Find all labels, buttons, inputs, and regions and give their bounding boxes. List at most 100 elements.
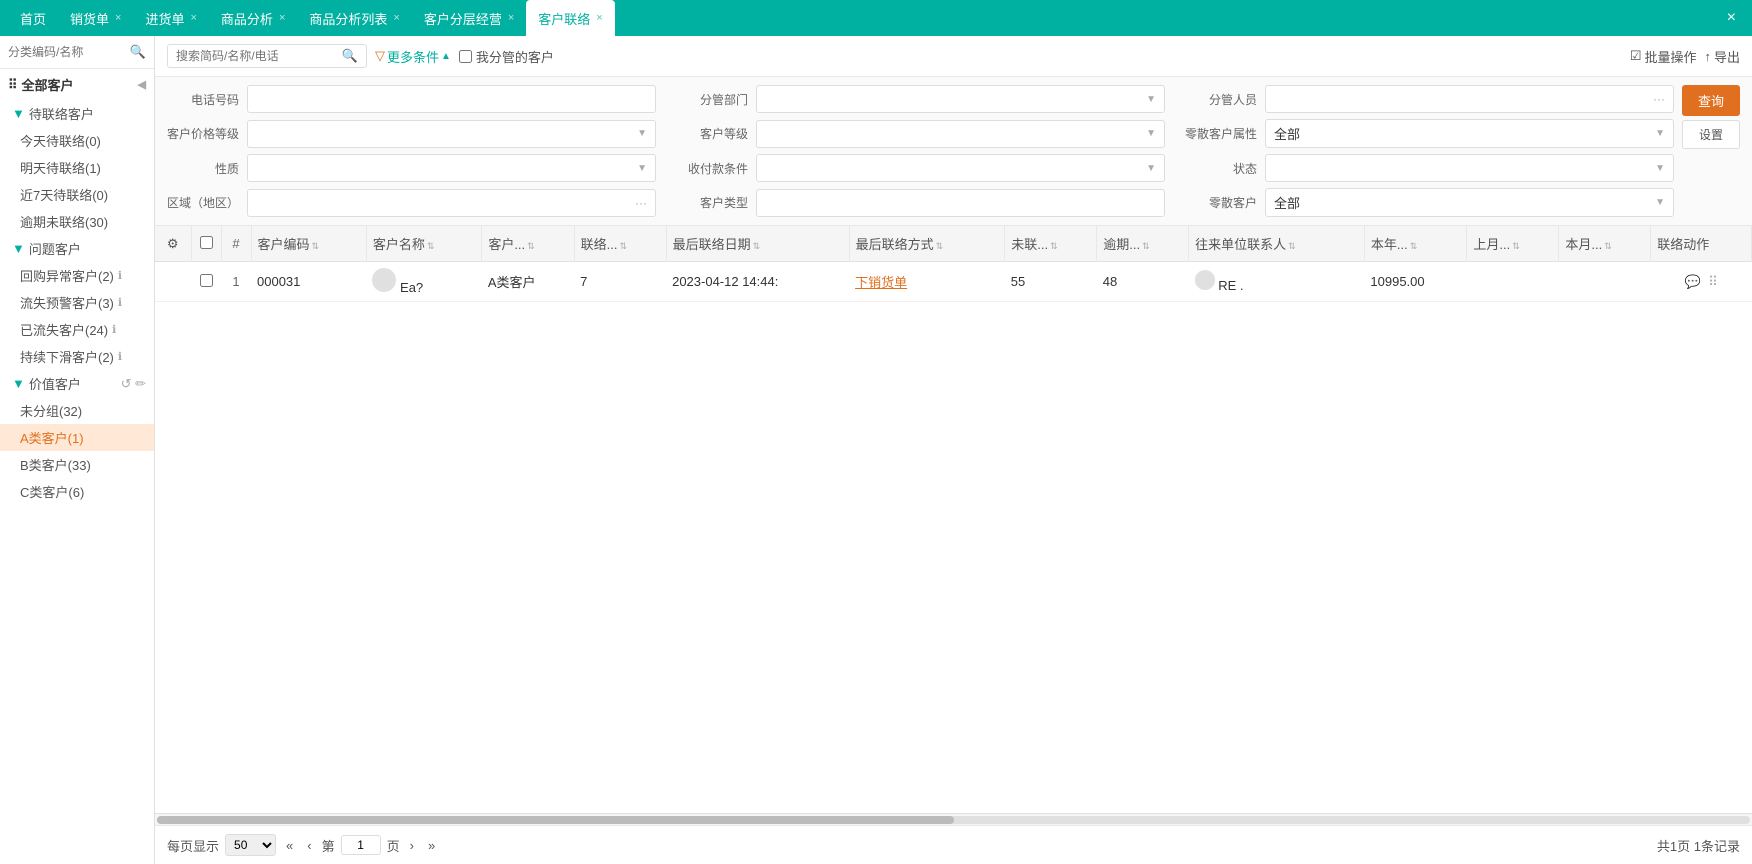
- sidebar-all-customers[interactable]: ⠿ 全部客户 ◀: [0, 69, 154, 100]
- row-unit-contact: RE .: [1189, 262, 1365, 302]
- sidebar-item-churned[interactable]: 已流失客户(24) ℹ: [0, 316, 154, 343]
- nav-purchase[interactable]: 进货单 ×: [133, 0, 208, 36]
- table-header-checkbox[interactable]: [191, 226, 221, 262]
- batch-ops-btn[interactable]: ☑ 批量操作: [1630, 47, 1697, 66]
- table-header-last-contact-date[interactable]: 最后联络日期⇅: [666, 226, 849, 262]
- nav-customer-contact[interactable]: 客户联络 ×: [526, 0, 614, 36]
- table-header-overdue[interactable]: 逾期...⇅: [1097, 226, 1189, 262]
- my-customers-filter[interactable]: 我分管的客户: [459, 47, 554, 66]
- filter-customer-level-select[interactable]: ▼: [756, 120, 1165, 148]
- filter-row-2: 客户价格等级 ▼ 客户等级 ▼: [167, 119, 1674, 148]
- page-input[interactable]: [341, 835, 381, 855]
- nav-customer-tier[interactable]: 客户分层经营 ×: [412, 0, 526, 36]
- horizontal-scrollbar[interactable]: [155, 813, 1752, 825]
- sidebar-group-problem[interactable]: ▼ 问题客户: [0, 235, 154, 262]
- table-header-settings[interactable]: ⚙: [155, 226, 191, 262]
- my-customers-checkbox[interactable]: [459, 50, 472, 63]
- filter-customer-type-input[interactable]: [756, 189, 1165, 217]
- close-icon[interactable]: ×: [596, 12, 602, 24]
- select-all-checkbox[interactable]: [200, 236, 213, 249]
- sidebar-item-tomorrow[interactable]: 明天待联络(1): [0, 154, 154, 181]
- close-icon[interactable]: ×: [279, 12, 285, 24]
- export-btn[interactable]: ↑ 导出: [1704, 47, 1740, 66]
- filter-phone-input[interactable]: [247, 85, 656, 113]
- table-header-customer-type[interactable]: 客户...⇅: [482, 226, 574, 262]
- query-button[interactable]: 查询: [1682, 85, 1740, 116]
- table-body: 1 000031 Ea? A类客户 7 2023-04-12 14:44: 下销…: [155, 262, 1752, 302]
- sidebar-search-box[interactable]: 🔍: [0, 36, 154, 69]
- nav-home[interactable]: 首页: [8, 0, 58, 36]
- filter-retail-customer-select[interactable]: 全部 ▼: [1265, 188, 1674, 217]
- table-header-last-contact-method[interactable]: 最后联络方式⇅: [849, 226, 1005, 262]
- filter-region-input[interactable]: ···: [247, 189, 656, 217]
- info-icon: ℹ: [118, 350, 122, 363]
- table-header-unit-contact[interactable]: 往来单位联系人⇅: [1189, 226, 1365, 262]
- scrollbar-thumb[interactable]: [157, 816, 954, 824]
- sidebar-item-7days[interactable]: 近7天待联络(0): [0, 181, 154, 208]
- filter-more-btn[interactable]: ▽ 更多条件 ▲: [375, 47, 451, 66]
- last-page-btn[interactable]: »: [424, 836, 439, 855]
- filter-search-input[interactable]: [176, 49, 342, 63]
- collapse-icon[interactable]: ◀: [138, 78, 146, 91]
- close-icon[interactable]: ×: [393, 12, 399, 24]
- sidebar-item-overdue[interactable]: 逾期未联络(30): [0, 208, 154, 235]
- row-last-contact-method[interactable]: 下销货单: [849, 262, 1005, 302]
- filter-search-box[interactable]: 🔍: [167, 44, 367, 68]
- table-header-num: #: [221, 226, 251, 262]
- close-icon[interactable]: ×: [115, 12, 121, 24]
- scrollbar-track[interactable]: [157, 816, 1750, 824]
- content-area: 🔍 ▽ 更多条件 ▲ 我分管的客户 ☑ 批量操作 ↑ 导出: [155, 36, 1752, 864]
- filter-nature-select[interactable]: ▼: [247, 154, 656, 182]
- search-icon[interactable]: 🔍: [130, 44, 146, 60]
- more-icon[interactable]: ⠿: [1708, 274, 1718, 289]
- nav-close-all[interactable]: ×: [1719, 9, 1744, 27]
- sidebar-group-pending[interactable]: ▼ 待联络客户: [0, 100, 154, 127]
- row-not-contacted: 55: [1005, 262, 1097, 302]
- per-page-select[interactable]: 50 100 200: [225, 834, 276, 856]
- sidebar-group-value[interactable]: ▼ 价值客户 ↺ ✏: [0, 370, 154, 397]
- sidebar-item-repurchase-abnormal[interactable]: 回购异常客户(2) ℹ: [0, 262, 154, 289]
- row-checkbox[interactable]: [200, 274, 213, 287]
- sidebar-item-a-class[interactable]: A类客户(1): [0, 424, 154, 451]
- filter-person-input[interactable]: ···: [1265, 85, 1674, 113]
- sidebar-item-declining[interactable]: 持续下滑客户(2) ℹ: [0, 343, 154, 370]
- customer-table: ⚙ # 客户编码⇅ 客户名称⇅ 客户...⇅ 联络...⇅ 最后联络日期⇅ 最后…: [155, 226, 1752, 302]
- sidebar-item-unclassified[interactable]: 未分组(32): [0, 397, 154, 424]
- avatar: [372, 268, 396, 292]
- filter-status-select[interactable]: ▼: [1265, 154, 1674, 182]
- first-page-btn[interactable]: «: [282, 836, 297, 855]
- table-row: 1 000031 Ea? A类客户 7 2023-04-12 14:44: 下销…: [155, 262, 1752, 302]
- table-header-this-year[interactable]: 本年...⇅: [1364, 226, 1467, 262]
- filter-payment-select[interactable]: ▼: [756, 154, 1165, 182]
- table-header-code[interactable]: 客户编码⇅: [251, 226, 366, 262]
- table-header-contact-count[interactable]: 联络...⇅: [574, 226, 666, 262]
- sidebar-item-churn-warning[interactable]: 流失预警客户(3) ℹ: [0, 289, 154, 316]
- nav-product-analysis-list[interactable]: 商品分析列表 ×: [297, 0, 411, 36]
- sidebar-item-c-class[interactable]: C类客户(6): [0, 478, 154, 505]
- table-header-this-month[interactable]: 本月...⇅: [1559, 226, 1651, 262]
- settings-button[interactable]: 设置: [1682, 120, 1740, 149]
- filter-row-4: 区域（地区） ··· 客户类型: [167, 188, 1674, 217]
- filter-retail-attr-select[interactable]: 全部 ▼: [1265, 119, 1674, 148]
- filter-customer-level: 客户等级 ▼: [676, 120, 1165, 148]
- info-icon: ℹ: [118, 296, 122, 309]
- close-icon[interactable]: ×: [508, 12, 514, 24]
- row-actions[interactable]: 💬 ⠿: [1651, 262, 1752, 302]
- sidebar-item-today[interactable]: 今天待联络(0): [0, 127, 154, 154]
- chat-icon[interactable]: 💬: [1684, 274, 1700, 289]
- prev-page-btn[interactable]: ‹: [303, 836, 315, 855]
- nav-product-analysis[interactable]: 商品分析 ×: [209, 0, 297, 36]
- filter-dept-select[interactable]: ▼: [756, 85, 1165, 113]
- table-header-last-month[interactable]: 上月...⇅: [1467, 226, 1559, 262]
- sidebar: 🔍 ⠿ 全部客户 ◀ ▼ 待联络客户 今天待联络(0) 明天待联络(1) 近7天…: [0, 36, 155, 864]
- sidebar-item-b-class[interactable]: B类客户(33): [0, 451, 154, 478]
- filter-price-level-select[interactable]: ▼: [247, 120, 656, 148]
- table-header-not-contacted[interactable]: 未联...⇅: [1005, 226, 1097, 262]
- chevron-down-icon: ▼: [1146, 163, 1156, 174]
- next-page-btn[interactable]: ›: [406, 836, 418, 855]
- sidebar-search-input[interactable]: [8, 45, 130, 59]
- close-icon[interactable]: ×: [190, 12, 196, 24]
- table-header-name[interactable]: 客户名称⇅: [366, 226, 481, 262]
- nav-sales[interactable]: 销货单 ×: [58, 0, 133, 36]
- row-checkbox-cell[interactable]: [191, 262, 221, 302]
